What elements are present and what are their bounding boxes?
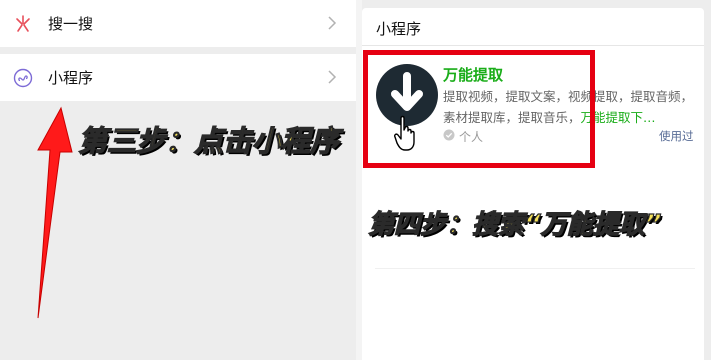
red-arrow-annotation [37,106,73,319]
chevron-right-icon [324,14,340,32]
used-before-label: 使用过 [659,129,694,143]
panel-title: 小程序 [376,20,422,38]
step4-annotation: 第四步：搜索“万能提取” [367,209,662,240]
list-divider [375,268,695,269]
hand-cursor-icon [394,115,415,151]
step3-annotation: 第三步：点击小程序 [77,123,340,158]
chevron-right-icon [324,68,340,86]
panel-divider [362,45,704,46]
